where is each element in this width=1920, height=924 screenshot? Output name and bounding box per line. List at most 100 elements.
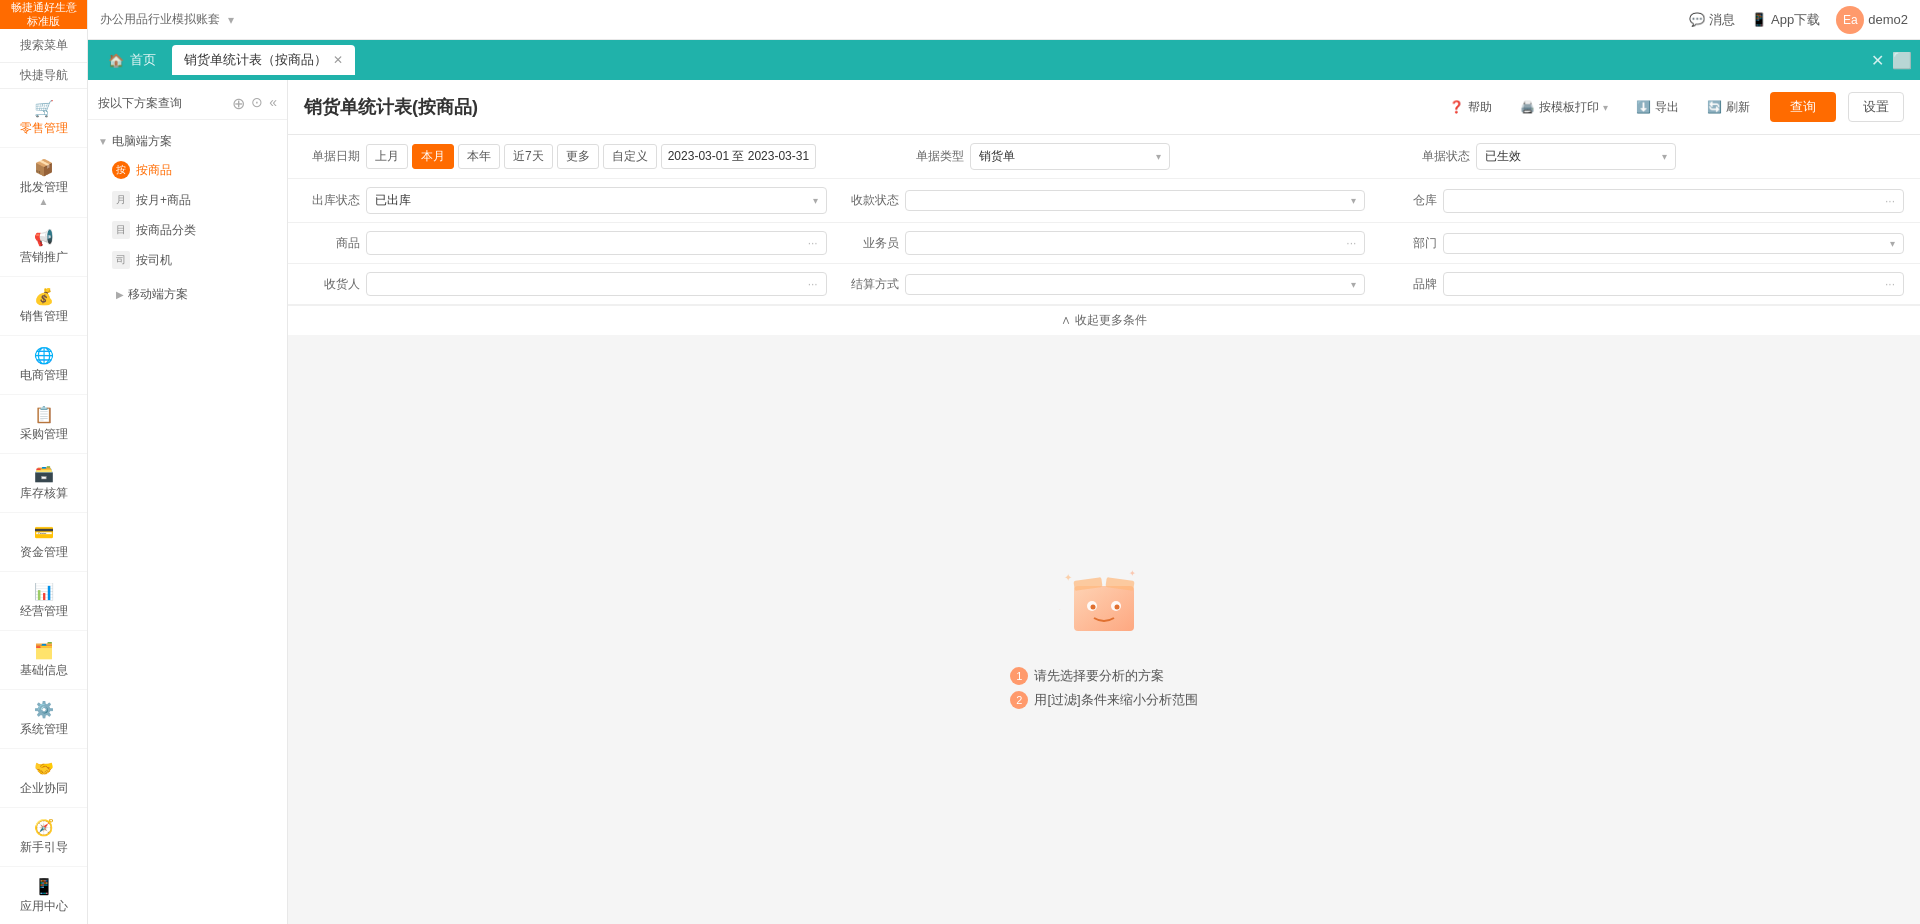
date-custom-btn[interactable]: 自定义 (603, 144, 657, 169)
warehouse-input[interactable]: ··· (1443, 189, 1904, 213)
sidebar-item-purchase-label: 采购管理 (20, 426, 68, 443)
sidebar-item-inventory[interactable]: 🗃️ 库存核算 (0, 454, 87, 513)
operation-icon: 📊 (34, 582, 54, 601)
sidebar-item-retail[interactable]: 🛒 零售管理 (0, 89, 87, 148)
print-icon: 🖨️ (1520, 100, 1535, 114)
filter-row-1: 单据日期 上月 本月 本年 近7天 更多 自定义 2023-03-01 至 20… (288, 135, 1920, 179)
doc-status-select[interactable]: 已生效 ▾ (1476, 143, 1676, 170)
sidebar-item-ecommerce[interactable]: 🌐 电商管理 (0, 336, 87, 395)
sidebar-item-operation[interactable]: 📊 经营管理 (0, 572, 87, 631)
sidebar: 畅捷通好生意 标准版 搜索菜单 快捷导航 🛒 零售管理 📦 批发管理 ▲ 📢 营… (0, 0, 88, 924)
tree-item-by-product[interactable]: 按 按商品 (88, 155, 287, 185)
warehouse-label: 仓库 (1381, 192, 1437, 209)
message-btn[interactable]: 💬 消息 (1689, 11, 1735, 29)
user-menu[interactable]: Ea demo2 (1836, 6, 1908, 34)
print-btn[interactable]: 🖨️ 按模板打印 ▾ (1512, 95, 1616, 120)
export-btn[interactable]: ⬇️ 导出 (1628, 95, 1687, 120)
sidebar-item-finance[interactable]: 💳 资金管理 (0, 513, 87, 572)
date-this-year-btn[interactable]: 本年 (458, 144, 500, 169)
tip-num-1: 1 (1010, 667, 1028, 685)
sidebar-item-basic[interactable]: 🗂️ 基础信息 (0, 631, 87, 690)
edit-scheme-icon[interactable]: ⊙ (251, 94, 263, 113)
add-scheme-icon[interactable]: ⊕ (232, 94, 245, 113)
help-btn[interactable]: ❓ 帮助 (1441, 95, 1500, 120)
app-download-btn[interactable]: 📱 App下载 (1751, 11, 1820, 29)
quick-nav[interactable]: 快捷导航 (0, 63, 87, 89)
right-panel: 销货单统计表(按商品) ❓ 帮助 🖨️ 按模板打印 ▾ ⬇️ (288, 80, 1920, 924)
settings-btn[interactable]: 设置 (1848, 92, 1904, 122)
empty-illustration: ✦ ✦ · (1054, 551, 1154, 651)
settle-arrow-icon: ▾ (1351, 279, 1356, 290)
page-title: 销货单统计表(按商品) (304, 95, 478, 119)
receiver-cell: 收货人 ··· (304, 272, 827, 296)
brand-input[interactable]: ··· (1443, 272, 1904, 296)
topbar-right: 💬 消息 📱 App下载 Ea demo2 (1689, 6, 1908, 34)
salesman-input[interactable]: ··· (905, 231, 1366, 255)
export-icon: ⬇️ (1636, 100, 1651, 114)
purchase-icon: 📋 (34, 405, 54, 424)
salesman-cell: 业务员 ··· (843, 231, 1366, 255)
filter-row-4: 收货人 ··· 结算方式 ▾ 品牌 (288, 264, 1920, 305)
tree-group-desktop-header[interactable]: ▼ 电脑端方案 (88, 128, 287, 155)
home-icon: 🏠 (108, 53, 124, 68)
tree-item-by-category[interactable]: 目 按商品分类 (88, 215, 287, 245)
tree-group-mobile-header[interactable]: ▶ 移动端方案 (88, 281, 287, 308)
driver-icon: 司 (112, 251, 130, 269)
sidebar-item-purchase[interactable]: 📋 采购管理 (0, 395, 87, 454)
tab-close-window-icon[interactable]: ✕ (1871, 51, 1884, 70)
search-menu[interactable]: 搜索菜单 (0, 29, 87, 63)
sidebar-item-enterprise-label: 企业协同 (20, 780, 68, 797)
tab-close-icon[interactable]: ✕ (333, 53, 343, 67)
collapse-panel-icon[interactable]: « (269, 94, 277, 113)
dropdown-arrow-icon[interactable]: ▾ (228, 13, 234, 27)
settle-select[interactable]: ▾ (905, 274, 1366, 295)
help-icon: ❓ (1449, 100, 1464, 114)
brand-cell: 品牌 ··· (1381, 272, 1904, 296)
tab-sales-stat[interactable]: 销货单统计表（按商品） ✕ (172, 45, 355, 75)
date-last-month-btn[interactable]: 上月 (366, 144, 408, 169)
tab-home-label: 首页 (130, 51, 156, 69)
sidebar-item-appstore[interactable]: 📱 应用中心 (0, 867, 87, 924)
left-panel-header: 按以下方案查询 ⊕ ⊙ « (88, 88, 287, 120)
page-actions: ❓ 帮助 🖨️ 按模板打印 ▾ ⬇️ 导出 � (1441, 92, 1904, 122)
brand-dots-icon[interactable]: ··· (1885, 277, 1895, 291)
sidebar-item-sales[interactable]: 💰 销售管理 (0, 277, 87, 336)
date-more-btn[interactable]: 更多 (557, 144, 599, 169)
sidebar-item-marketing[interactable]: 📢 营销推广 (0, 218, 87, 277)
receiver-input[interactable]: ··· (366, 272, 827, 296)
warehouse-status-select[interactable]: 已出库 ▾ (366, 187, 827, 214)
query-btn[interactable]: 查询 (1770, 92, 1836, 122)
sidebar-item-wholesale[interactable]: 📦 批发管理 ▲ (0, 148, 87, 218)
warehouse-dots-icon[interactable]: ··· (1885, 194, 1895, 208)
product-input[interactable]: ··· (366, 231, 827, 255)
refresh-btn[interactable]: 🔄 刷新 (1699, 95, 1758, 120)
tab-maximize-icon[interactable]: ⬜ (1892, 51, 1912, 70)
warehouse-status-value: 已出库 (375, 192, 411, 209)
empty-tip-2: 2 用[过滤]条件来缩小分析范围 (1010, 691, 1197, 709)
salesman-dots-icon[interactable]: ··· (1346, 236, 1356, 250)
svg-rect-0 (1074, 586, 1134, 631)
avatar: Ea (1836, 6, 1864, 34)
category-icon: 目 (112, 221, 130, 239)
tree-item-by-month-product[interactable]: 月 按月+商品 (88, 185, 287, 215)
tab-home[interactable]: 🏠 首页 (96, 45, 168, 75)
sidebar-item-guide[interactable]: 🧭 新手引导 (0, 808, 87, 867)
tree-item-month-product-label: 按月+商品 (136, 192, 191, 209)
date-last-7-btn[interactable]: 近7天 (504, 144, 553, 169)
message-icon: 💬 (1689, 12, 1705, 27)
tree-group-mobile: ▶ 移动端方案 (88, 279, 287, 310)
receipt-status-select[interactable]: ▾ (905, 190, 1366, 211)
sidebar-item-system[interactable]: ⚙️ 系统管理 (0, 690, 87, 749)
dept-select[interactable]: ▾ (1443, 233, 1904, 254)
date-this-month-btn[interactable]: 本月 (412, 144, 454, 169)
collapse-filter-btn[interactable]: ∧ 收起更多条件 (288, 305, 1920, 335)
print-label: 按模板打印 (1539, 99, 1599, 116)
receiver-dots-icon[interactable]: ··· (808, 277, 818, 291)
tree-item-by-driver[interactable]: 司 按司机 (88, 245, 287, 275)
sidebar-item-enterprise[interactable]: 🤝 企业协同 (0, 749, 87, 808)
receipt-status-arrow-icon: ▾ (1351, 195, 1356, 206)
doc-type-select[interactable]: 销货单 ▾ (970, 143, 1170, 170)
print-arrow-icon: ▾ (1603, 102, 1608, 113)
product-dots-icon[interactable]: ··· (808, 236, 818, 250)
receiver-label: 收货人 (304, 276, 360, 293)
